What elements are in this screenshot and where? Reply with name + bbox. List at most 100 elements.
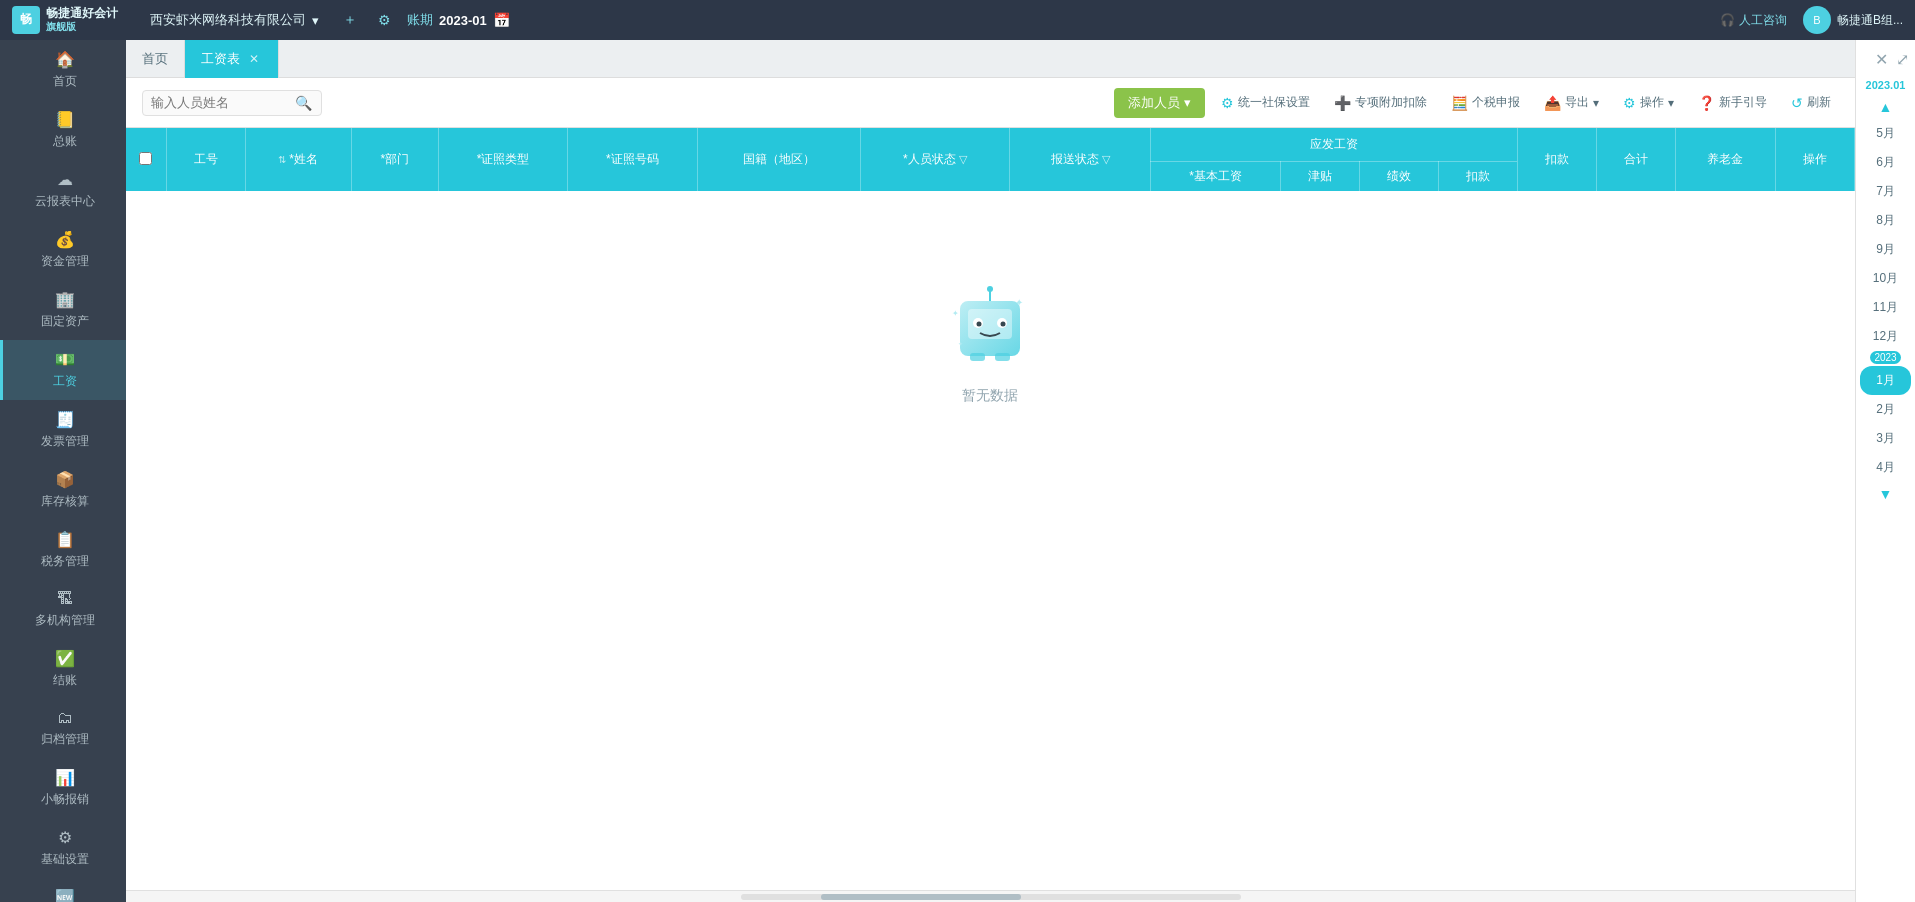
close-panel-icon[interactable]: ✕ [1873, 48, 1890, 71]
sidebar-item-expense[interactable]: 📊 小畅报销 [0, 758, 126, 818]
sidebar-label-multi-org: 多机构管理 [35, 612, 95, 629]
col-id-no: *证照号码 [568, 128, 697, 191]
sidebar-item-archive[interactable]: 🗂 归档管理 [0, 699, 126, 758]
month-7[interactable]: 7月 [1856, 177, 1915, 206]
add-person-label: 添加人员 [1128, 94, 1180, 112]
month-1-active[interactable]: 1月 [1860, 366, 1911, 395]
special-deduction-icon: ➕ [1334, 95, 1351, 111]
svg-text:✦: ✦ [1015, 297, 1023, 308]
table-container: 工号 ⇅ *姓名 *部门 *证照类型 *证照号码 [126, 128, 1855, 890]
month-3[interactable]: 3月 [1856, 424, 1915, 453]
special-deduction-btn[interactable]: ➕ 专项附加扣除 [1326, 90, 1435, 115]
empty-row: ✦ ✦ ✦ 暂无数据 [126, 191, 1855, 485]
sidebar-label-settings: 基础设置 [41, 851, 89, 868]
month-2[interactable]: 2月 [1856, 395, 1915, 424]
add-company-btn[interactable]: ＋ [337, 7, 363, 33]
sidebar-item-ledger[interactable]: 📒 总账 [0, 100, 126, 160]
tab-payroll[interactable]: 工资表 ✕ [185, 40, 279, 78]
month-4[interactable]: 4月 [1856, 453, 1915, 482]
support-icon: 🎧 [1720, 13, 1735, 27]
month-6[interactable]: 6月 [1856, 148, 1915, 177]
sidebar-label-ledger: 总账 [53, 133, 77, 150]
tab-bar: 首页 工资表 ✕ [126, 40, 1855, 78]
ledger-icon: 📒 [55, 110, 75, 129]
year-badge: 2023 [1870, 351, 1900, 364]
sidebar-item-funds[interactable]: 💰 资金管理 [0, 220, 126, 280]
month-8[interactable]: 8月 [1856, 206, 1915, 235]
month-12[interactable]: 12月 [1856, 322, 1915, 351]
tab-home[interactable]: 首页 [126, 40, 185, 78]
table-scrollbar[interactable] [126, 890, 1855, 902]
col-total: 合计 [1596, 128, 1675, 191]
search-wrap[interactable]: 🔍 [142, 90, 322, 116]
sidebar-item-reports[interactable]: ☁ 云报表中心 [0, 160, 126, 220]
company-name: 西安虾米网络科技有限公司 [150, 11, 306, 29]
settings-sidebar-icon: ⚙ [58, 828, 72, 847]
maximize-panel-icon[interactable]: ⤢ [1894, 48, 1911, 71]
calendar-icon[interactable]: 📅 [493, 12, 510, 28]
sidebar-label-archive: 归档管理 [41, 731, 89, 748]
company-selector[interactable]: 西安虾米网络科技有限公司 ▾ [142, 7, 327, 33]
sidebar-item-assets[interactable]: 🏢 固定资产 [0, 280, 126, 340]
operations-btn[interactable]: ⚙ 操作 ▾ [1615, 90, 1682, 115]
table-body: ✦ ✦ ✦ 暂无数据 [126, 191, 1855, 485]
special-deduction-label: 专项附加扣除 [1355, 94, 1427, 111]
status-filter-icon[interactable]: ▽ [959, 153, 967, 165]
logo-char: 畅 [20, 11, 32, 28]
col-base-salary: *基本工资 [1151, 162, 1280, 192]
tax-report-btn[interactable]: 🧮 个税申报 [1443, 90, 1528, 115]
guide-icon: 🆕 [55, 888, 75, 902]
sidebar-item-inventory[interactable]: 📦 库存核算 [0, 460, 126, 520]
svg-point-7 [987, 286, 993, 292]
sort-name-icon[interactable]: ⇅ [278, 154, 289, 165]
search-input[interactable] [151, 95, 291, 110]
app-edition: 旗舰版 [46, 20, 118, 34]
sidebar-label-expense: 小畅报销 [41, 791, 89, 808]
add-person-button[interactable]: 添加人员 ▾ [1114, 88, 1205, 118]
sidebar-label-inventory: 库存核算 [41, 493, 89, 510]
svg-rect-8 [970, 353, 985, 361]
support-label: 人工咨询 [1739, 12, 1787, 29]
sidebar-item-closing[interactable]: ✅ 结账 [0, 639, 126, 699]
settings-icon[interactable]: ⚙ [371, 7, 397, 33]
logo-area: 畅 畅捷通好会计 旗舰版 [12, 6, 132, 34]
col-report-status: 报送状态 ▽ [1010, 128, 1151, 191]
tab-payroll-label: 工资表 [201, 50, 240, 68]
month-11[interactable]: 11月 [1856, 293, 1915, 322]
svg-point-5 [1001, 322, 1006, 327]
report-filter-icon[interactable]: ▽ [1102, 153, 1110, 165]
add-person-dropdown-icon: ▾ [1184, 95, 1191, 110]
home-icon: 🏠 [55, 50, 75, 69]
month-9[interactable]: 9月 [1856, 235, 1915, 264]
guide-icon: ❓ [1698, 95, 1715, 111]
user-area[interactable]: B 畅捷通B组... [1803, 6, 1903, 34]
col-id-type: *证照类型 [438, 128, 567, 191]
month-10[interactable]: 10月 [1856, 264, 1915, 293]
col-name: ⇅ *姓名 [245, 128, 351, 191]
scrollbar-thumb[interactable] [821, 894, 1021, 900]
export-btn[interactable]: 📤 导出 ▾ [1536, 90, 1607, 115]
sidebar-item-payroll[interactable]: 💵 工资 [0, 340, 126, 400]
sidebar-item-settings[interactable]: ⚙ 基础设置 [0, 818, 126, 878]
date-panel-up-arrow[interactable]: ▲ [1879, 95, 1893, 119]
svg-text:✦: ✦ [958, 341, 963, 347]
sidebar-item-multi-org[interactable]: 🏗 多机构管理 [0, 580, 126, 639]
sidebar-item-invoice[interactable]: 🧾 发票管理 [0, 400, 126, 460]
sidebar-item-guide[interactable]: 🆕 新手引导 [0, 878, 126, 902]
date-panel-down-arrow[interactable]: ▼ [1879, 482, 1893, 506]
select-all-checkbox[interactable] [139, 152, 152, 165]
support-button[interactable]: 🎧 人工咨询 [1720, 12, 1787, 29]
month-5[interactable]: 5月 [1856, 119, 1915, 148]
social-insurance-btn[interactable]: ⚙ 统一社保设置 [1213, 90, 1318, 115]
guide-btn[interactable]: ❓ 新手引导 [1690, 90, 1775, 115]
tab-close-icon[interactable]: ✕ [246, 51, 262, 67]
sidebar-item-tax[interactable]: 📋 税务管理 [0, 520, 126, 580]
tax-report-icon: 🧮 [1451, 95, 1468, 111]
refresh-btn[interactable]: ↺ 刷新 [1783, 90, 1839, 115]
empty-icon: ✦ ✦ ✦ [940, 271, 1040, 371]
col-checkbox[interactable] [126, 128, 166, 191]
user-name: 畅捷通B组... [1837, 12, 1903, 29]
company-dropdown-icon: ▾ [312, 13, 319, 28]
sidebar-item-home[interactable]: 🏠 首页 [0, 40, 126, 100]
sidebar-label-reports: 云报表中心 [35, 193, 95, 210]
